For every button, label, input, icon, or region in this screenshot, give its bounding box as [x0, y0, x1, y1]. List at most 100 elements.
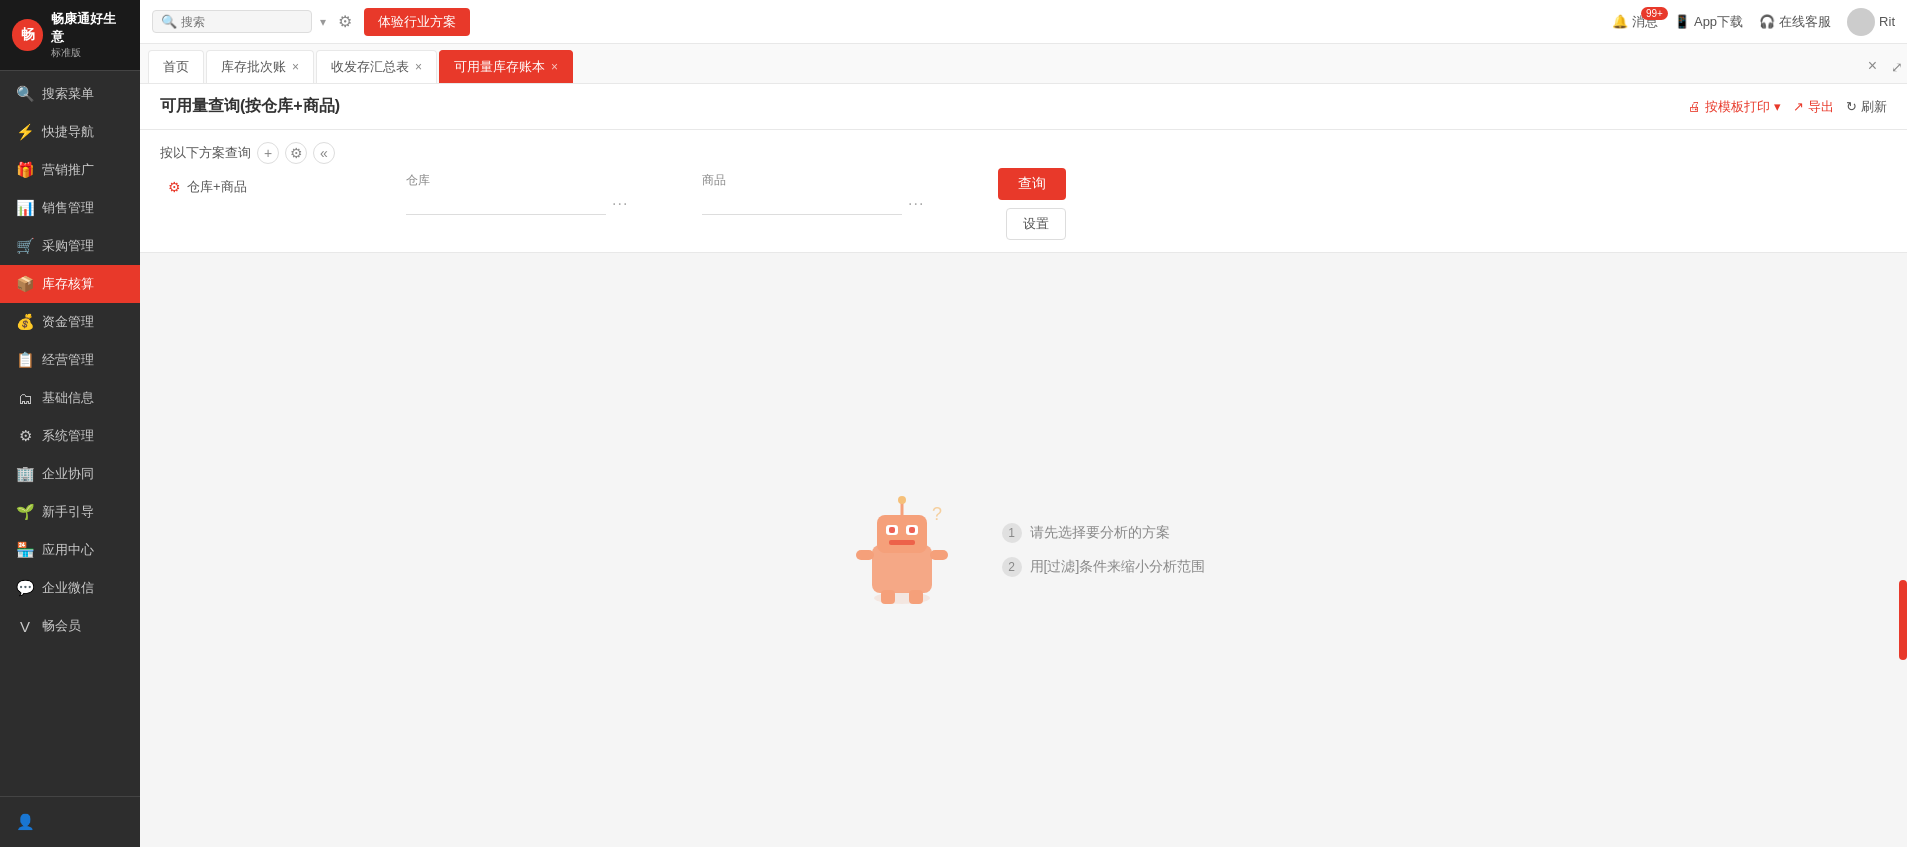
sidebar-item-operations[interactable]: 📋 经营管理	[0, 341, 140, 379]
page-actions: 🖨 按模板打印 ▾ ↗ 导出 ↻ 刷新	[1688, 98, 1887, 116]
sidebar-item-label: 经营管理	[42, 351, 94, 369]
tab-close-batch-ledger[interactable]: ×	[292, 60, 299, 74]
notifications-item[interactable]: 🔔 消息 99+	[1612, 13, 1658, 31]
enterprise-icon: 🏢	[16, 465, 34, 483]
customer-service-item[interactable]: 🎧 在线客服	[1759, 13, 1831, 31]
sidebar-item-wechat[interactable]: 💬企业微信	[0, 569, 140, 607]
settings-scheme-button[interactable]: ⚙	[285, 142, 307, 164]
search-input[interactable]	[181, 15, 291, 29]
user-avatar-item[interactable]: Rit	[1847, 8, 1895, 36]
collapse-scheme-button[interactable]: «	[313, 142, 335, 164]
sidebar-item-label: 搜索菜单	[42, 85, 94, 103]
tip-text-2: 用[过滤]条件来缩小分析范围	[1030, 558, 1206, 576]
sales-icon: 📊	[16, 199, 34, 217]
sidebar-item-enterprise[interactable]: 🏢企业协同	[0, 455, 140, 493]
bell-icon: 🔔	[1612, 14, 1628, 29]
add-scheme-button[interactable]: +	[257, 142, 279, 164]
page-header: 可用量查询(按仓库+商品) 🖨 按模板打印 ▾ ↗ 导出 ↻ 刷新	[140, 84, 1907, 130]
sidebar-item-label: 资金管理	[42, 313, 94, 331]
basic-icon: 🗂	[16, 390, 34, 407]
sidebar-item-label: 快捷导航	[42, 123, 94, 141]
goods-input-row: ···	[702, 193, 982, 215]
sidebar-item-quick-nav[interactable]: ⚡ 快捷导航	[0, 113, 140, 151]
avatar	[1847, 8, 1875, 36]
empty-tip-1: 1 请先选择要分析的方案	[1002, 523, 1206, 543]
svg-rect-13	[909, 590, 923, 604]
tab-home[interactable]: 首页	[148, 50, 204, 83]
chevron-down-icon[interactable]: ▾	[320, 15, 326, 29]
sidebar-item-label: 新手引导	[42, 503, 94, 521]
sidebar-item-vip[interactable]: V畅会员	[0, 607, 140, 645]
sidebar-item-sales[interactable]: 📊销售管理	[0, 189, 140, 227]
svg-rect-9	[889, 540, 915, 545]
purchase-icon: 🛒	[16, 237, 34, 255]
scrollbar-handle[interactable]	[1899, 580, 1907, 660]
warehouse-input[interactable]	[406, 193, 606, 215]
filter-scheme-panel: 按以下方案查询 + ⚙ « ⚙ 仓库+商品	[160, 142, 390, 202]
sidebar-item-finance[interactable]: 💰资金管理	[0, 303, 140, 341]
tabbar-close-button[interactable]: ×	[1864, 53, 1881, 79]
tab-recv-summary[interactable]: 收发存汇总表×	[316, 50, 437, 83]
topbar-search-box[interactable]: 🔍	[152, 10, 312, 33]
query-button[interactable]: 查询	[998, 168, 1066, 200]
sidebar-item-newbie[interactable]: 🌱新手引导	[0, 493, 140, 531]
chevron-down-icon-print: ▾	[1774, 99, 1781, 114]
page-content: 可用量查询(按仓库+商品) 🖨 按模板打印 ▾ ↗ 导出 ↻ 刷新	[140, 84, 1907, 847]
svg-rect-2	[877, 515, 927, 553]
tab-available-ledger[interactable]: 可用量库存账本×	[439, 50, 573, 83]
sidebar-item-label: 应用中心	[42, 541, 94, 559]
sidebar-item-search[interactable]: 🔍 搜索菜单	[0, 75, 140, 113]
svg-point-8	[898, 496, 906, 504]
tabbar-expand-button[interactable]: ⤢	[1887, 55, 1907, 79]
sidebar-item-purchase[interactable]: 🛒采购管理	[0, 227, 140, 265]
wechat-icon: 💬	[16, 579, 34, 597]
customer-service-label: 在线客服	[1779, 13, 1831, 31]
sidebar: 畅 畅康通好生意 标准版 🔍搜索菜单⚡快捷导航🎁营销推广📊销售管理🛒采购管理📦库…	[0, 0, 140, 847]
scheme-item-warehouse-goods[interactable]: ⚙ 仓库+商品	[160, 172, 390, 202]
goods-input[interactable]	[702, 193, 902, 215]
warehouse-field: 仓库 ···	[406, 172, 686, 215]
settings-button[interactable]: 设置	[1006, 208, 1066, 240]
sidebar-item-label: 库存核算	[42, 275, 94, 293]
quick-nav-icon: ⚡	[16, 123, 34, 141]
search-icon: 🔍	[16, 85, 34, 103]
sidebar-footer: 👤	[0, 796, 140, 847]
sidebar-title-block: 畅康通好生意 标准版	[51, 10, 128, 60]
topbar: 🔍 ▾ ⚙ 体验行业方案 🔔 消息 99+ 📱 App下载 🎧 在线客服 Rit	[140, 0, 1907, 44]
operations-icon: 📋	[16, 351, 34, 369]
tip-number-2: 2	[1002, 557, 1022, 577]
empty-state: ? 1 请先选择要分析的方案 2 用[过滤]条件来缩小分析范围	[140, 253, 1907, 847]
goods-label: 商品	[702, 172, 982, 189]
appstore-icon: 🏪	[16, 541, 34, 559]
app-download-item[interactable]: 📱 App下载	[1674, 13, 1743, 31]
scheme-item-label: 仓库+商品	[187, 178, 247, 196]
topbar-right: 🔔 消息 99+ 📱 App下载 🎧 在线客服 Rit	[1612, 8, 1895, 36]
trial-industry-button[interactable]: 体验行业方案	[364, 8, 470, 36]
tab-close-recv-summary[interactable]: ×	[415, 60, 422, 74]
filter-scheme-header: 按以下方案查询 + ⚙ «	[160, 142, 390, 172]
gear-icon[interactable]: ⚙	[338, 12, 352, 31]
svg-rect-6	[909, 527, 915, 533]
tab-close-available-ledger[interactable]: ×	[551, 60, 558, 74]
warehouse-dots-button[interactable]: ···	[612, 195, 628, 213]
tab-batch-ledger[interactable]: 库存批次账 ×	[206, 50, 314, 83]
tip-text-1: 请先选择要分析的方案	[1030, 524, 1170, 542]
sidebar-item-appstore[interactable]: 🏪 应用中心	[0, 531, 140, 569]
marketing-icon: 🎁	[16, 161, 34, 179]
sidebar-item-system[interactable]: ⚙系统管理	[0, 417, 140, 455]
tip-number-1: 1	[1002, 523, 1022, 543]
sidebar-item-marketing[interactable]: 🎁营销推广	[0, 151, 140, 189]
template-print-button[interactable]: 🖨 按模板打印 ▾	[1688, 98, 1781, 116]
tab-label-batch-ledger: 库存批次账	[221, 58, 286, 76]
refresh-button[interactable]: ↻ 刷新	[1846, 98, 1887, 116]
sidebar-item-user[interactable]: 👤	[0, 805, 140, 839]
sidebar-item-inventory[interactable]: 📦库存核算	[0, 265, 140, 303]
refresh-icon: ↻	[1846, 99, 1857, 114]
sidebar-app-title: 畅康通好生意	[51, 10, 128, 46]
sidebar-item-basic[interactable]: 🗂基础信息	[0, 379, 140, 417]
goods-dots-button[interactable]: ···	[908, 195, 924, 213]
page-title: 可用量查询(按仓库+商品)	[160, 96, 340, 117]
printer-icon: 🖨	[1688, 99, 1701, 114]
sidebar-item-label: 系统管理	[42, 427, 94, 445]
export-button[interactable]: ↗ 导出	[1793, 98, 1834, 116]
